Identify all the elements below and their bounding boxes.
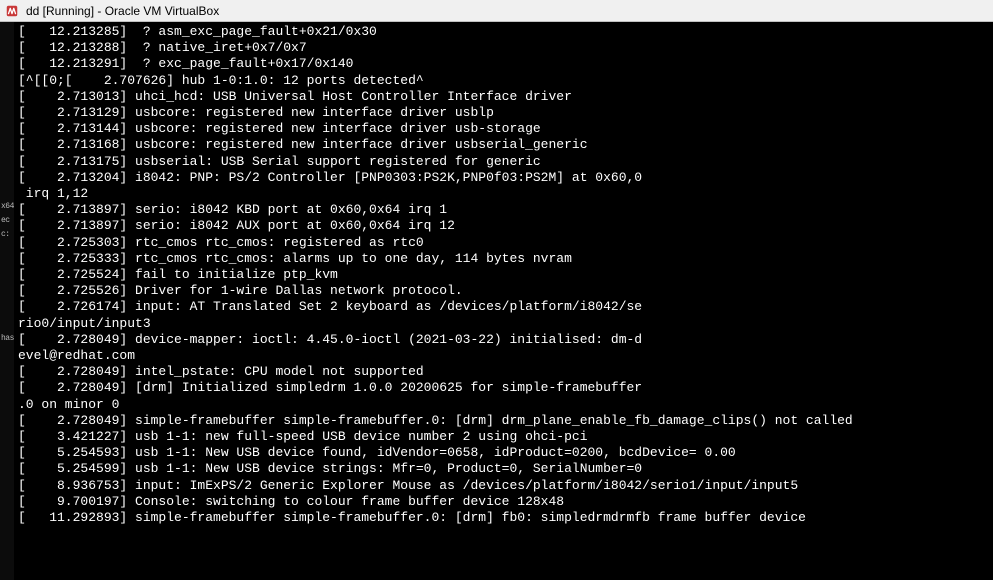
console-line: [ 2.725526] Driver for 1-wire Dallas net…: [18, 283, 989, 299]
console-line: [ 5.254593] usb 1-1: New USB device foun…: [18, 445, 989, 461]
console-line: evel@redhat.com: [18, 348, 989, 364]
console-line: .0 on minor 0: [18, 397, 989, 413]
console-line: [ 2.713013] uhci_hcd: USB Universal Host…: [18, 89, 989, 105]
trim-frag: x64: [0, 202, 14, 212]
console-line: [ 2.726174] input: AT Translated Set 2 k…: [18, 299, 989, 315]
console-line: [ 2.725303] rtc_cmos rtc_cmos: registere…: [18, 235, 989, 251]
boot-console[interactable]: [ 12.213285] ? asm_exc_page_fault+0x21/0…: [14, 22, 993, 580]
trim-frag: c:: [0, 230, 14, 240]
console-line: [ 11.292893] simple-framebuffer simple-f…: [18, 510, 989, 526]
console-trim-strip: x64 ec c: has: [0, 22, 15, 580]
console-line: [ 5.254599] usb 1-1: New USB device stri…: [18, 461, 989, 477]
window-titlebar[interactable]: dd [Running] - Oracle VM VirtualBox: [0, 0, 993, 22]
console-line: [ 8.936753] input: ImExPS/2 Generic Expl…: [18, 478, 989, 494]
console-line: [ 2.713144] usbcore: registered new inte…: [18, 121, 989, 137]
virtualbox-icon: [4, 3, 20, 19]
console-line: [ 2.725524] fail to initialize ptp_kvm: [18, 267, 989, 283]
console-line: [ 2.728049] simple-framebuffer simple-fr…: [18, 413, 989, 429]
console-line: [ 2.728049] device-mapper: ioctl: 4.45.0…: [18, 332, 989, 348]
console-line: rio0/input/input3: [18, 316, 989, 332]
console-line: [^[[0;[ 2.707626] hub 1-0:1.0: 12 ports …: [18, 73, 989, 89]
console-line: [ 3.421227] usb 1-1: new full-speed USB …: [18, 429, 989, 445]
trim-frag: ec: [0, 216, 14, 226]
console-line: [ 2.728049] intel_pstate: CPU model not …: [18, 364, 989, 380]
console-line: [ 2.713129] usbcore: registered new inte…: [18, 105, 989, 121]
console-line: [ 2.713175] usbserial: USB Serial suppor…: [18, 154, 989, 170]
console-line: [ 2.728049] [drm] Initialized simpledrm …: [18, 380, 989, 396]
console-line: [ 12.213288] ? native_iret+0x7/0x7: [18, 40, 989, 56]
console-line: [ 12.213291] ? exc_page_fault+0x17/0x140: [18, 56, 989, 72]
console-line: [ 2.713897] serio: i8042 AUX port at 0x6…: [18, 218, 989, 234]
console-line: [ 2.713168] usbcore: registered new inte…: [18, 137, 989, 153]
console-line: irq 1,12: [18, 186, 989, 202]
vm-display[interactable]: x64 ec c: has [ 12.213285] ? asm_exc_pag…: [0, 22, 993, 580]
console-line: [ 12.213285] ? asm_exc_page_fault+0x21/0…: [18, 24, 989, 40]
trim-frag: has: [0, 334, 14, 344]
console-line: [ 2.725333] rtc_cmos rtc_cmos: alarms up…: [18, 251, 989, 267]
console-line: [ 2.713204] i8042: PNP: PS/2 Controller …: [18, 170, 989, 186]
console-line: [ 2.713897] serio: i8042 KBD port at 0x6…: [18, 202, 989, 218]
window-title: dd [Running] - Oracle VM VirtualBox: [26, 4, 219, 18]
console-line: [ 9.700197] Console: switching to colour…: [18, 494, 989, 510]
